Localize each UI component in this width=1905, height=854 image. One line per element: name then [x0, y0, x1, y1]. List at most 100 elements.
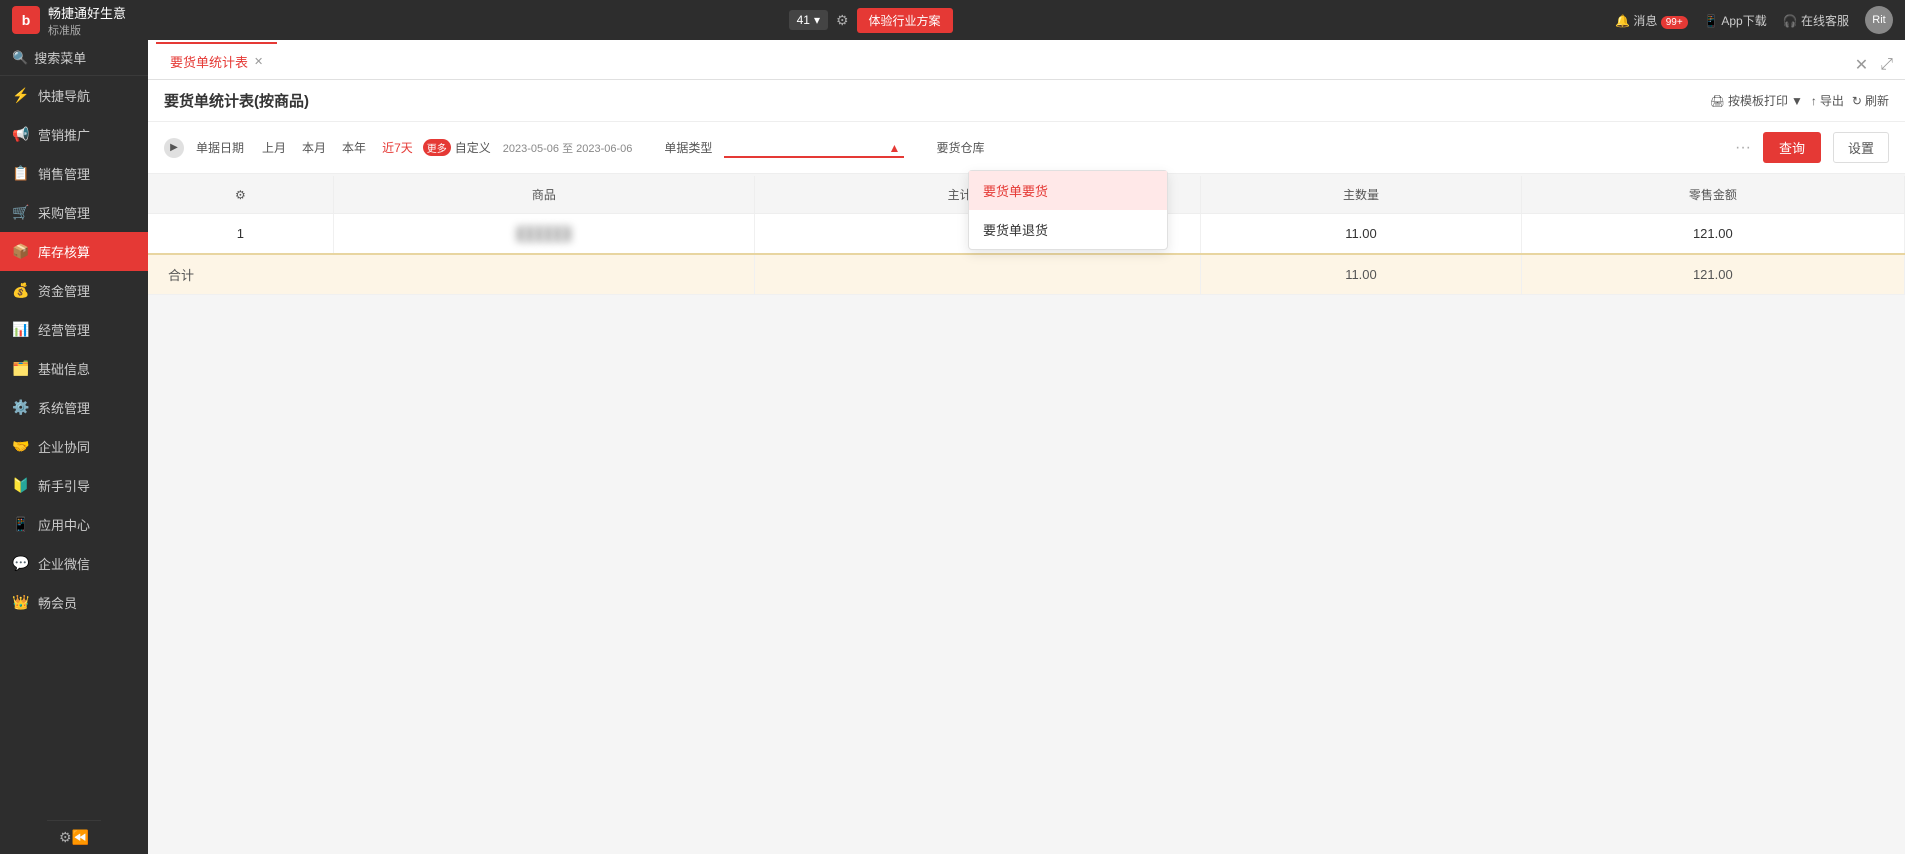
settings-bottom-icon[interactable]: ⚙	[59, 829, 72, 846]
settings-column-header[interactable]: ⚙	[148, 176, 333, 214]
sidebar-icon-purchase: 🛒	[12, 204, 30, 221]
print-icon: 🖨	[1710, 94, 1725, 108]
print-button[interactable]: 🖨 按模板打印 ▼	[1710, 92, 1803, 109]
filter-bar: ▶ 单据日期 上月 本月 本年 近7天 更多 自定义 2023-05-06 至 …	[148, 122, 1905, 174]
sidebar-icon-inventory: 📦	[12, 243, 30, 260]
export-button[interactable]: ↑ 导出	[1811, 92, 1844, 109]
summary-amount: 121.00	[1521, 254, 1904, 295]
date-range-text: 2023-05-06 至 2023-06-06	[503, 143, 633, 155]
online-service[interactable]: 🎧 在线客服	[1783, 12, 1849, 29]
sidebar-item-member[interactable]: 👑畅会员	[0, 583, 148, 622]
date-range-display: 2023-05-06 至 2023-06-06	[503, 139, 633, 157]
sidebar-item-finance[interactable]: 💰 资金管理	[0, 271, 148, 310]
sidebar-item-quick-nav[interactable]: ⚡ 快捷导航	[0, 76, 148, 115]
dropdown-item-order-return[interactable]: 要货单退货	[969, 210, 1167, 249]
trial-button[interactable]: 体验行业方案	[857, 8, 953, 33]
amount-column-header: 零售金额	[1521, 176, 1904, 214]
tab-order-stats[interactable]: 要货单统计表✕	[156, 42, 277, 79]
avatar[interactable]: Rit	[1865, 6, 1893, 34]
sidebar-item-marketing[interactable]: 📢营销推广	[0, 115, 148, 154]
row-quantity: 11.00	[1201, 214, 1521, 255]
collapse-sidebar-icon[interactable]: ⏪	[72, 829, 89, 846]
sidebar-icon-wechat: 💬	[12, 555, 30, 572]
summary-quantity: 11.00	[1201, 254, 1521, 295]
type-dropdown: 要货单要货要货单退货	[968, 170, 1168, 250]
sidebar-item-enterprise[interactable]: 🤝 企业协同	[0, 427, 148, 466]
sidebar-item-basic[interactable]: 🗂️基础信息	[0, 349, 148, 388]
type-filter-input[interactable]	[724, 137, 904, 158]
type-filter-label: 单据类型	[664, 139, 712, 156]
page-actions: 🖨 按模板打印 ▼ ↑ 导出 ↻ 刷新	[1710, 92, 1889, 109]
sidebar-item-system[interactable]: ⚙️ 系统管理	[0, 388, 148, 427]
sidebar-item-appstore[interactable]: 📱 应用中心	[0, 505, 148, 544]
sidebar-icon-sales: 📋	[12, 165, 30, 182]
sidebar-icon-enterprise: 🤝	[12, 438, 30, 455]
sidebar-item-sales[interactable]: 📋销售管理	[0, 154, 148, 193]
sidebar-icon-quick-nav: ⚡	[12, 87, 30, 104]
notification-badge: 99+	[1661, 16, 1688, 29]
date-custom-btn[interactable]: 自定义	[455, 139, 491, 156]
tab-bar-actions: ✕ ⤢	[1851, 51, 1897, 79]
sidebar-label-enterprise: 企业协同	[38, 437, 90, 456]
refresh-icon: ↻	[1852, 94, 1862, 108]
sidebar-item-operations[interactable]: 📊 经营管理	[0, 310, 148, 349]
table-footer: 合计 11.00 121.00	[148, 254, 1905, 295]
type-chevron-up-icon[interactable]: ▲	[889, 141, 901, 155]
maximize-icon[interactable]: ⤢	[1876, 52, 1897, 78]
sidebar-items: ⚡ 快捷导航 📢营销推广📋销售管理 🛒 采购管理 📦 库存核算 💰 资金管理 📊 经营管理 🗂️基础信…	[0, 76, 148, 622]
sidebar-label-system: 系统管理	[38, 398, 90, 417]
date-7days-btn[interactable]: 近7天	[376, 136, 419, 159]
dropdown-item-order-goods[interactable]: 要货单要货	[969, 171, 1167, 210]
sidebar-item-guide[interactable]: 🔰新手引导	[0, 466, 148, 505]
sidebar-label-purchase: 采购管理	[38, 203, 90, 222]
sidebar-bottom: ⚙ ⏪	[47, 820, 101, 854]
goods-column-header: 商品	[333, 176, 754, 214]
sidebar-label-guide: 新手引导	[38, 476, 90, 495]
topbar: b 畅捷通好生意 标准版 41 ▾ ⚙ 体验行业方案 🔔 消息 99+ 📱 Ap…	[0, 0, 1905, 40]
type-filter-wrap: ▲	[724, 137, 904, 158]
app-info: 畅捷通好生意 标准版	[48, 3, 126, 38]
company-select[interactable]: 41 ▾	[789, 10, 828, 30]
sidebar-item-purchase[interactable]: 🛒 采购管理	[0, 193, 148, 232]
refresh-button[interactable]: ↻ 刷新	[1852, 92, 1889, 109]
notifications[interactable]: 🔔 消息 99+	[1615, 12, 1688, 29]
app-name: 畅捷通好生意	[48, 3, 126, 22]
tab-bar: 首页库存批次账✕收发存汇总表✕要货单统计表✕ ✕ ⤢	[148, 40, 1905, 80]
sidebar-label-appstore: 应用中心	[38, 515, 90, 534]
app-subtitle: 标准版	[48, 22, 126, 38]
close-tab-icon[interactable]: ✕	[1851, 51, 1872, 79]
sidebar-label-operations: 经营管理	[38, 320, 90, 339]
column-settings-icon[interactable]: ⚙	[235, 188, 246, 202]
page-header: 要货单统计表(按商品) 🖨 按模板打印 ▼ ↑ 导出 ↻ 刷新	[148, 80, 1905, 122]
sidebar-icon-system: ⚙️	[12, 399, 30, 416]
filter-more-icon[interactable]: ···	[1735, 139, 1751, 157]
sidebar-label-basic: 基础信息	[38, 359, 90, 378]
sidebar-icon-operations: 📊	[12, 321, 30, 338]
sidebar-label-finance: 资金管理	[38, 281, 90, 300]
app-download[interactable]: 📱 App下载	[1704, 12, 1767, 29]
date-more-badge: 更多	[423, 139, 451, 156]
sidebar-search[interactable]: 🔍 搜索菜单	[0, 40, 148, 76]
date-filter-label: 单据日期	[196, 139, 244, 156]
search-icon: 🔍	[12, 50, 28, 66]
topbar-left: b 畅捷通好生意 标准版	[12, 3, 126, 38]
settings-icon[interactable]: ⚙	[836, 12, 849, 29]
row-goods: ██████	[333, 214, 754, 255]
date-this-month-btn[interactable]: 本月	[296, 136, 332, 159]
filter-expand-button[interactable]: ▶	[164, 138, 184, 158]
sidebar-icon-finance: 💰	[12, 282, 30, 299]
sidebar-icon-appstore: 📱	[12, 516, 30, 533]
query-button[interactable]: 查询	[1763, 132, 1821, 163]
date-prev-month-btn[interactable]: 上月	[256, 136, 292, 159]
sidebar-icon-marketing: 📢	[12, 126, 30, 143]
row-amount: 121.00	[1521, 214, 1904, 255]
summary-unit	[755, 254, 1201, 295]
tab-close-order-stats[interactable]: ✕	[254, 55, 263, 68]
sidebar-item-inventory[interactable]: 📦 库存核算	[0, 232, 148, 271]
app-logo: b	[12, 6, 40, 34]
sidebar-label-inventory: 库存核算	[38, 242, 90, 261]
sidebar-item-wechat[interactable]: 💬企业微信	[0, 544, 148, 583]
filter-settings-button[interactable]: 设置	[1833, 132, 1889, 163]
sidebar-label-quick-nav: 快捷导航	[38, 86, 90, 105]
date-this-year-btn[interactable]: 本年	[336, 136, 372, 159]
